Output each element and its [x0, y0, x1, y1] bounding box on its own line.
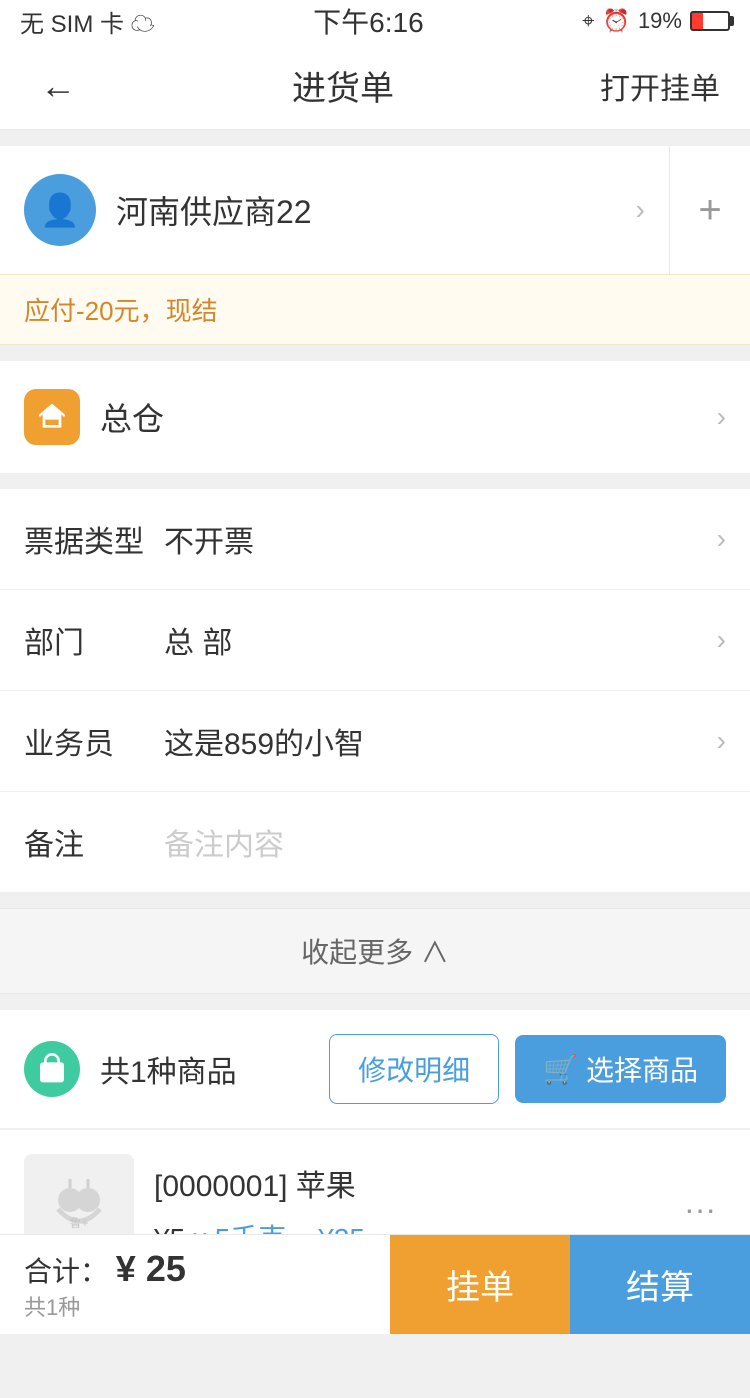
svg-text:鲁+: 鲁+: [69, 1216, 88, 1230]
invoice-type-key: 票据类型: [24, 517, 164, 561]
invoice-type-value: 不开票: [164, 517, 717, 561]
salesperson-key: 业务员: [24, 719, 164, 763]
total-section: 合计： ¥ 25 共1种: [0, 1235, 390, 1334]
products-icon: [24, 1041, 80, 1097]
battery-icon: [690, 11, 730, 31]
select-product-icon: 🛒: [543, 1053, 578, 1086]
select-product-button[interactable]: 🛒 选择商品: [515, 1035, 726, 1103]
location-icon: ⌖: [582, 8, 594, 34]
collapse-button[interactable]: 收起更多 ∧: [0, 908, 750, 994]
open-hang-button[interactable]: 打开挂单: [600, 64, 720, 108]
content-area: 👤 河南供应商22 › + 应付-20元，现结 总仓 › 票据类型 不开票 › …: [0, 146, 750, 1398]
remark-row[interactable]: 备注 备注内容: [0, 792, 750, 892]
form-group: 票据类型 不开票 › 部门 总 部 › 业务员 这是859的小智 › 备注 备注…: [0, 489, 750, 892]
warning-text: 应付-20元，现结: [24, 296, 218, 326]
add-supplier-button[interactable]: +: [670, 146, 750, 274]
total-row: 合计： ¥ 25: [24, 1248, 366, 1290]
remark-key: 备注: [24, 820, 164, 864]
status-time: 下午6:16: [313, 1, 424, 41]
supplier-avatar: 👤: [24, 174, 96, 246]
bag-svg: [36, 1053, 68, 1085]
nav-bar: ← 进货单 打开挂单: [0, 42, 750, 130]
supplier-name: 河南供应商22: [116, 187, 636, 233]
warehouse-icon: [24, 389, 80, 445]
supplier-selector[interactable]: 👤 河南供应商22 ›: [0, 146, 670, 274]
total-label: 合计：: [24, 1256, 108, 1287]
checkout-button[interactable]: 结算: [570, 1235, 750, 1334]
status-bar: 无 SIM 卡 ☁ 下午6:16 ⌖ ⏰ 19%: [0, 0, 750, 42]
supplier-section: 👤 河南供应商22 › +: [0, 146, 750, 274]
products-header: 共1种商品 修改明细 🛒 选择商品: [0, 1010, 750, 1128]
status-left: 无 SIM 卡 ☁: [20, 4, 155, 39]
hang-button[interactable]: 挂单: [390, 1235, 570, 1334]
salesperson-chevron-icon: ›: [717, 725, 726, 757]
product-code: [0000001]: [154, 1170, 296, 1203]
bottom-bar: 合计： ¥ 25 共1种 挂单 结算: [0, 1234, 750, 1334]
salesperson-value: 这是859的小智: [164, 719, 717, 763]
department-value: 总 部: [164, 618, 717, 662]
chevron-right-icon: ›: [636, 194, 645, 226]
invoice-type-row[interactable]: 票据类型 不开票 ›: [0, 489, 750, 590]
avatar-icon: 👤: [40, 191, 80, 229]
products-count: 共1种商品: [100, 1047, 329, 1091]
product-more-button[interactable]: ···: [674, 1181, 726, 1238]
warning-banner: 应付-20元，现结: [0, 274, 750, 345]
product-title: 苹果: [296, 1170, 356, 1203]
department-key: 部门: [24, 618, 164, 662]
product-thumb-svg: 鲁+: [49, 1179, 109, 1239]
page-title: 进货单: [292, 61, 394, 110]
total-amount: ¥ 25: [116, 1248, 186, 1289]
department-row[interactable]: 部门 总 部 ›: [0, 590, 750, 691]
total-count: 共1种: [24, 1290, 366, 1322]
invoice-type-chevron-icon: ›: [717, 523, 726, 555]
product-name: [0000001] 苹果: [154, 1161, 674, 1205]
select-product-label: 选择商品: [586, 1049, 698, 1089]
edit-detail-button[interactable]: 修改明细: [329, 1034, 499, 1104]
warehouse-selector[interactable]: 总仓 ›: [0, 361, 750, 473]
department-chevron-icon: ›: [717, 624, 726, 656]
salesperson-row[interactable]: 业务员 这是859的小智 ›: [0, 691, 750, 792]
remark-value[interactable]: 备注内容: [164, 820, 726, 864]
warehouse-chevron-icon: ›: [717, 401, 726, 433]
battery-percent: 19%: [638, 8, 682, 34]
alarm-icon: ⏰: [603, 8, 630, 34]
back-button[interactable]: ←: [30, 55, 86, 117]
status-right: ⌖ ⏰ 19%: [582, 8, 730, 34]
sim-status: 无 SIM 卡 ☁: [20, 4, 155, 39]
warehouse-label: 总仓: [100, 394, 717, 440]
house-svg: [36, 401, 68, 433]
